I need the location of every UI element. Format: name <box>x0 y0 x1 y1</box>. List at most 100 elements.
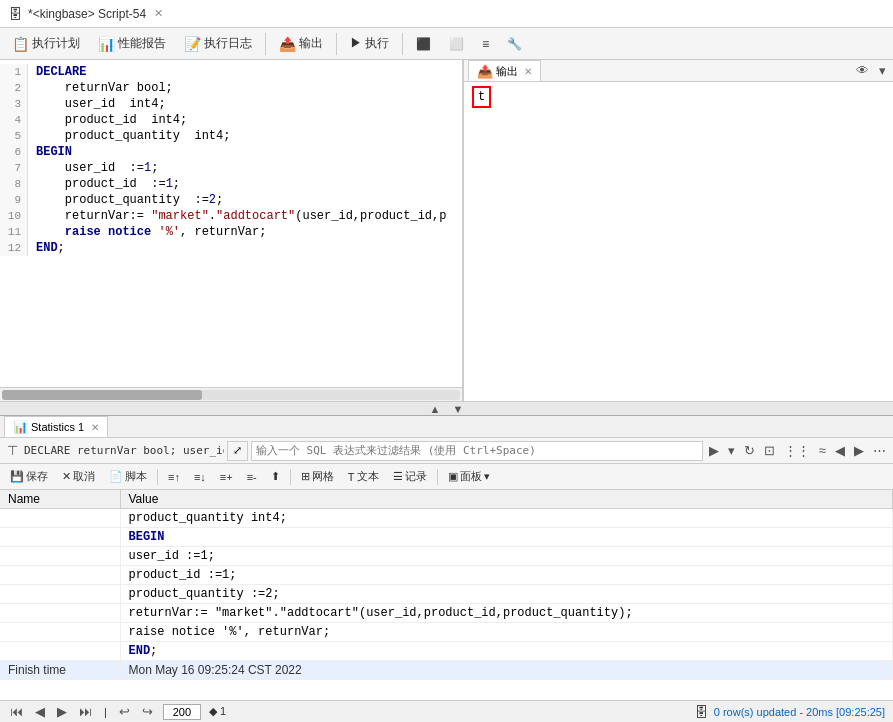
sql-input-container <box>251 441 703 461</box>
cancel-action-btn[interactable]: ✕ 取消 <box>56 466 101 487</box>
output-tab[interactable]: 📤 输出 ✕ <box>468 60 541 81</box>
finish-time-row: Finish time Mon May 16 09:25:24 CST 2022 <box>0 661 893 680</box>
sql-filter-input[interactable] <box>256 444 698 457</box>
stats-icon: 📊 <box>13 420 28 434</box>
sql-nav-right-btn[interactable]: ▶ <box>851 442 867 459</box>
collapse-down-arrow[interactable]: ▼ <box>453 403 464 415</box>
finish-time-label: Finish time <box>0 661 120 680</box>
output-tab-icon: 📤 <box>477 64 493 79</box>
row-del-btn[interactable]: ≡- <box>241 468 263 486</box>
table-row: product_id :=1; <box>0 566 893 585</box>
sql-refresh-btn[interactable]: ↻ <box>741 442 758 459</box>
sql-more-btn[interactable]: ⋯ <box>870 442 889 459</box>
perf-report-button[interactable]: 📊 性能报告 <box>90 31 174 56</box>
exec-plan-button[interactable]: 📋 执行计划 <box>4 31 88 56</box>
collapse-up-arrow[interactable]: ▲ <box>430 403 441 415</box>
table-row: product_quantity :=2; <box>0 585 893 604</box>
output-view-button[interactable]: 👁 <box>853 62 872 79</box>
text-view-btn[interactable]: T 文本 <box>342 466 385 487</box>
line-8: 8 product_id :=1; <box>0 176 462 192</box>
app-icon: 🗄 <box>8 6 22 22</box>
bottom-section: 📊 Statistics 1 ✕ ⊤ DECLARE returnVar boo… <box>0 415 893 722</box>
line-11: 11 raise notice '%', returnVar; <box>0 224 462 240</box>
exec-log-button[interactable]: 📝 执行日志 <box>176 31 260 56</box>
sql-col-btn[interactable]: ⋮⋮ <box>781 442 813 459</box>
sql-sort-btn[interactable]: ≈ <box>816 442 829 459</box>
stats-tab-close[interactable]: ✕ <box>91 422 99 433</box>
redo-btn[interactable]: ↪ <box>140 704 155 719</box>
save-action-btn[interactable]: 💾 保存 <box>4 466 54 487</box>
status-bar: ⏮ ◀ ▶ ⏭ | ↩ ↪ ◆ 1 🗄 0 row(s) updated - 2… <box>0 700 893 722</box>
output-icon: 📤 <box>279 36 296 52</box>
script-action-btn[interactable]: 📄 脚本 <box>103 466 153 487</box>
grid-view-btn[interactable]: ⊞ 网格 <box>295 466 340 487</box>
table-row: BEGIN <box>0 528 893 547</box>
status-right: 🗄 0 row(s) updated - 20ms [09:25:25] <box>694 704 885 720</box>
sql-run-btn[interactable]: ▶ <box>706 442 722 459</box>
output-result: t <box>472 86 491 108</box>
editor-hscrollbar[interactable] <box>0 387 462 401</box>
results-table: Name Value product_quantity int4; BEGIN <box>0 490 893 680</box>
expand-sql-btn[interactable]: ⤢ <box>227 441 248 461</box>
editor-content[interactable]: 1 DECLARE 2 returnVar bool; 3 user_id in… <box>0 60 462 387</box>
nav-first-btn[interactable]: ⏮ <box>8 704 25 719</box>
page-size-input[interactable] <box>163 704 201 720</box>
output-button[interactable]: 📤 输出 <box>271 31 331 56</box>
panel-view-btn[interactable]: ▣ 面板 ▾ <box>442 466 496 487</box>
main-area: 1 DECLARE 2 returnVar bool; 3 user_id in… <box>0 60 893 722</box>
panel-dropdown-icon: ▾ <box>484 470 490 483</box>
script-icon: 📄 <box>109 470 123 483</box>
toolbar-sep-2 <box>336 33 337 55</box>
grid-icon: ⊞ <box>301 470 310 483</box>
sql-dropdown-btn[interactable]: ▾ <box>725 442 738 459</box>
settings-button[interactable]: 🔧 <box>499 33 530 55</box>
nav-prev-btn[interactable]: ◀ <box>33 704 47 719</box>
code-editor[interactable]: 1 DECLARE 2 returnVar bool; 3 user_id in… <box>0 60 463 401</box>
table-row: product_quantity int4; <box>0 509 893 528</box>
row-down-btn[interactable]: ≡↓ <box>188 468 212 486</box>
upload-btn[interactable]: ⬆ <box>265 467 286 486</box>
line-10: 10 returnVar:= "market"."addtocart"(user… <box>0 208 462 224</box>
row-up-btn[interactable]: ≡↑ <box>162 468 186 486</box>
line-12: 12 END; <box>0 240 462 256</box>
nav-next-btn[interactable]: ▶ <box>55 704 69 719</box>
toolbar-sep-1 <box>265 33 266 55</box>
sql-nav-left-btn[interactable]: ◀ <box>832 442 848 459</box>
statistics-tab[interactable]: 📊 Statistics 1 ✕ <box>4 416 108 437</box>
results-area[interactable]: Name Value product_quantity int4; BEGIN <box>0 490 893 700</box>
action-sep-1 <box>157 469 158 485</box>
line-4: 4 product_id int4; <box>0 112 462 128</box>
line-7: 7 user_id :=1; <box>0 160 462 176</box>
title-bar: 🗄 *<kingbase> Script-54 ✕ <box>0 0 893 28</box>
action-sep-2 <box>290 469 291 485</box>
filter-declare-btn[interactable]: ⊤ <box>4 442 21 459</box>
sql-filter-btn[interactable]: ⊡ <box>761 442 778 459</box>
status-info-text: 0 row(s) updated - 20ms [09:25:25] <box>714 706 885 718</box>
record-icon: ☰ <box>393 470 403 483</box>
nav-last-btn[interactable]: ⏭ <box>77 704 94 719</box>
output-menu-button[interactable]: ▾ <box>876 62 889 79</box>
menu-button[interactable]: ≡ <box>474 33 497 55</box>
sql-declare-text: DECLARE returnVar bool; user_id <box>24 444 224 457</box>
text-icon: T <box>348 471 355 483</box>
output-tab-label: 输出 <box>496 64 518 79</box>
save-icon: 💾 <box>10 470 24 483</box>
table-row: END; <box>0 642 893 661</box>
run-button[interactable]: ▶ 执行 <box>342 31 397 56</box>
sql-toolbar: ⊤ DECLARE returnVar bool; user_id ⤢ ▶ ▾ … <box>0 438 893 464</box>
action-toolbar: 💾 保存 ✕ 取消 📄 脚本 ≡↑ ≡↓ ≡+ ≡- ⬆ ⊞ 网格 <box>0 464 893 490</box>
cancel-icon: ✕ <box>62 470 71 483</box>
output-tab-close[interactable]: ✕ <box>524 66 532 77</box>
output-tab-bar: 📤 输出 ✕ 👁 ▾ <box>464 60 893 82</box>
close-button[interactable]: ✕ <box>154 7 163 20</box>
status-left: ⏮ ◀ ▶ ⏭ | ↩ ↪ ◆ 1 <box>8 704 226 720</box>
format-button[interactable]: ⬜ <box>441 33 472 55</box>
output-content: t <box>464 82 893 401</box>
row-add-btn[interactable]: ≡+ <box>214 468 239 486</box>
line-2: 2 returnVar bool; <box>0 80 462 96</box>
undo-btn[interactable]: ↩ <box>117 704 132 719</box>
col-header-value: Value <box>120 490 893 509</box>
stop-button[interactable]: ⬛ <box>408 33 439 55</box>
collapse-bar: ▲ ▼ <box>0 401 893 415</box>
record-view-btn[interactable]: ☰ 记录 <box>387 466 433 487</box>
